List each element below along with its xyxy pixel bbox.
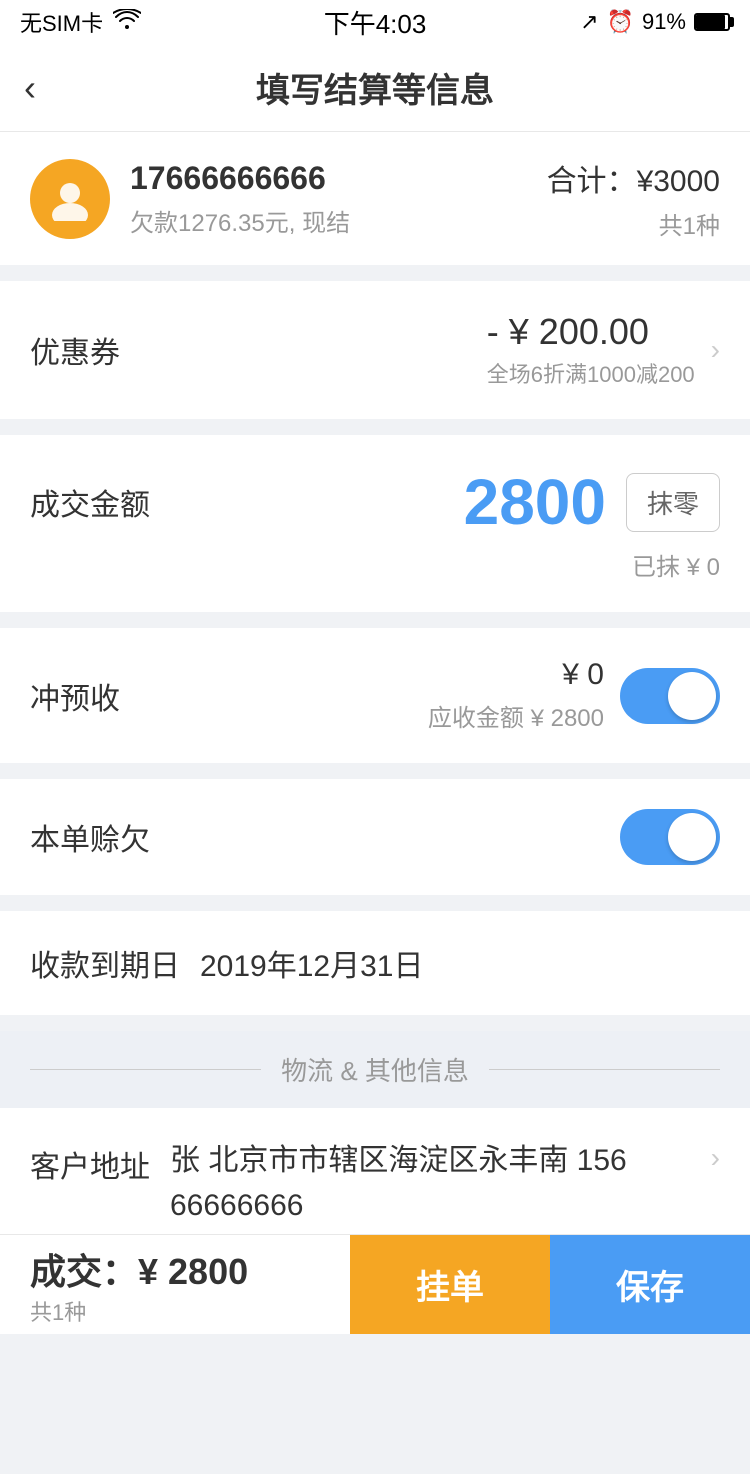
due-date-label: 收款到期日 xyxy=(30,941,180,985)
wifi-icon xyxy=(113,9,141,35)
customer-info: 17666666666 欠款1276.35元, 现结 xyxy=(130,160,350,238)
avatar xyxy=(30,159,110,239)
deal-sub: 已抹 ¥ 0 xyxy=(632,554,720,581)
deal-amount: 2800 xyxy=(464,465,606,539)
customer-debt: 欠款1276.35元, 现结 xyxy=(130,203,350,238)
total-label: 合计： xyxy=(547,165,637,198)
battery-icon xyxy=(694,13,730,31)
due-row: 收款到期日 2019年12月31日 xyxy=(30,941,720,985)
debt-label: 本单赊欠 xyxy=(30,815,150,859)
divider-text: 物流 & 其他信息 xyxy=(281,1051,469,1088)
bottom-count: 共1种 xyxy=(30,1295,320,1327)
customer-left: 17666666666 欠款1276.35元, 现结 xyxy=(30,159,350,239)
address-label: 客户地址 xyxy=(30,1138,150,1186)
status-bar-right: ↗ ⏰ 91% xyxy=(580,9,730,35)
coupon-desc: 全场6折满1000减200 xyxy=(487,357,695,389)
precollect-amount: ¥ 0 xyxy=(428,658,604,692)
customer-total: 合计：¥3000 xyxy=(547,156,720,200)
due-date-value: 2019年12月31日 xyxy=(200,941,423,985)
coupon-row[interactable]: 优惠券 - ¥ 200.00 全场6折满1000减200 › xyxy=(0,281,750,419)
nav-bar: ‹ 填写结算等信息 xyxy=(0,44,750,132)
coupon-chevron-icon: › xyxy=(711,334,720,366)
precollect-right: ¥ 0 应收金额 ¥ 2800 xyxy=(428,658,720,733)
deal-row: 成交金额 2800 抹零 xyxy=(30,465,720,539)
back-button[interactable]: ‹ xyxy=(24,67,36,109)
status-bar-time: 下午4:03 xyxy=(324,4,427,41)
deal-label: 成交金额 xyxy=(30,480,150,524)
coupon-info: - ¥ 200.00 全场6折满1000减200 xyxy=(487,311,695,389)
alarm-icon: ⏰ xyxy=(607,9,634,35)
precollect-section: 冲预收 ¥ 0 应收金额 ¥ 2800 xyxy=(0,628,750,763)
logistics-divider: 物流 & 其他信息 xyxy=(0,1031,750,1108)
bottom-deal-amount: ¥ 2800 xyxy=(138,1251,248,1292)
bottom-bar: 成交：¥ 2800 共1种 挂单 保存 xyxy=(0,1234,750,1334)
coupon-label: 优惠券 xyxy=(30,328,120,372)
precollect-desc: 应收金额 ¥ 2800 xyxy=(428,698,604,733)
debt-toggle[interactable] xyxy=(620,809,720,865)
bottom-deal: 成交：¥ 2800 xyxy=(30,1243,320,1295)
location-icon: ↗ xyxy=(580,9,598,35)
status-bar-left: 无SIM卡 xyxy=(20,6,141,38)
divider-line-right xyxy=(489,1069,720,1070)
precollect-toggle-knob xyxy=(668,672,716,720)
coupon-amount: - ¥ 200.00 xyxy=(487,311,695,353)
debt-section: 本单赊欠 xyxy=(0,779,750,895)
pending-button[interactable]: 挂单 xyxy=(350,1235,550,1334)
divider-line-left xyxy=(30,1069,261,1070)
precollect-label: 冲预收 xyxy=(30,674,120,718)
bottom-summary: 成交：¥ 2800 共1种 xyxy=(0,1235,350,1334)
debt-toggle-knob xyxy=(668,813,716,861)
bottom-deal-prefix: 成交： xyxy=(30,1251,138,1292)
precollect-amounts: ¥ 0 应收金额 ¥ 2800 xyxy=(428,658,604,733)
save-button[interactable]: 保存 xyxy=(550,1235,750,1334)
precollect-toggle[interactable] xyxy=(620,668,720,724)
coupon-section: 优惠券 - ¥ 200.00 全场6折满1000减200 › xyxy=(0,281,750,419)
page-title: 填写结算等信息 xyxy=(256,63,494,112)
customer-card: 17666666666 欠款1276.35元, 现结 合计：¥3000 共1种 xyxy=(0,132,750,265)
deal-right: 2800 抹零 xyxy=(464,465,720,539)
customer-phone: 17666666666 xyxy=(130,160,350,197)
customer-right: 合计：¥3000 共1种 xyxy=(547,156,720,241)
coupon-right: - ¥ 200.00 全场6折满1000减200 › xyxy=(487,311,720,389)
deal-section: 成交金额 2800 抹零 已抹 ¥ 0 xyxy=(0,435,750,612)
precollect-row: 冲预收 ¥ 0 应收金额 ¥ 2800 xyxy=(0,628,750,763)
total-amount: ¥3000 xyxy=(637,165,720,198)
address-value: 张 北京市市辖区海淀区永丰南 156 66666666 xyxy=(170,1138,711,1228)
status-bar: 无SIM卡 下午4:03 ↗ ⏰ 91% xyxy=(0,0,750,44)
battery-label: 91% xyxy=(642,9,686,35)
carrier-label: 无SIM卡 xyxy=(20,6,103,38)
customer-count: 共1种 xyxy=(547,206,720,241)
address-chevron-icon: › xyxy=(711,1138,720,1174)
round-off-button[interactable]: 抹零 xyxy=(626,473,720,532)
due-date-section: 收款到期日 2019年12月31日 xyxy=(0,911,750,1015)
